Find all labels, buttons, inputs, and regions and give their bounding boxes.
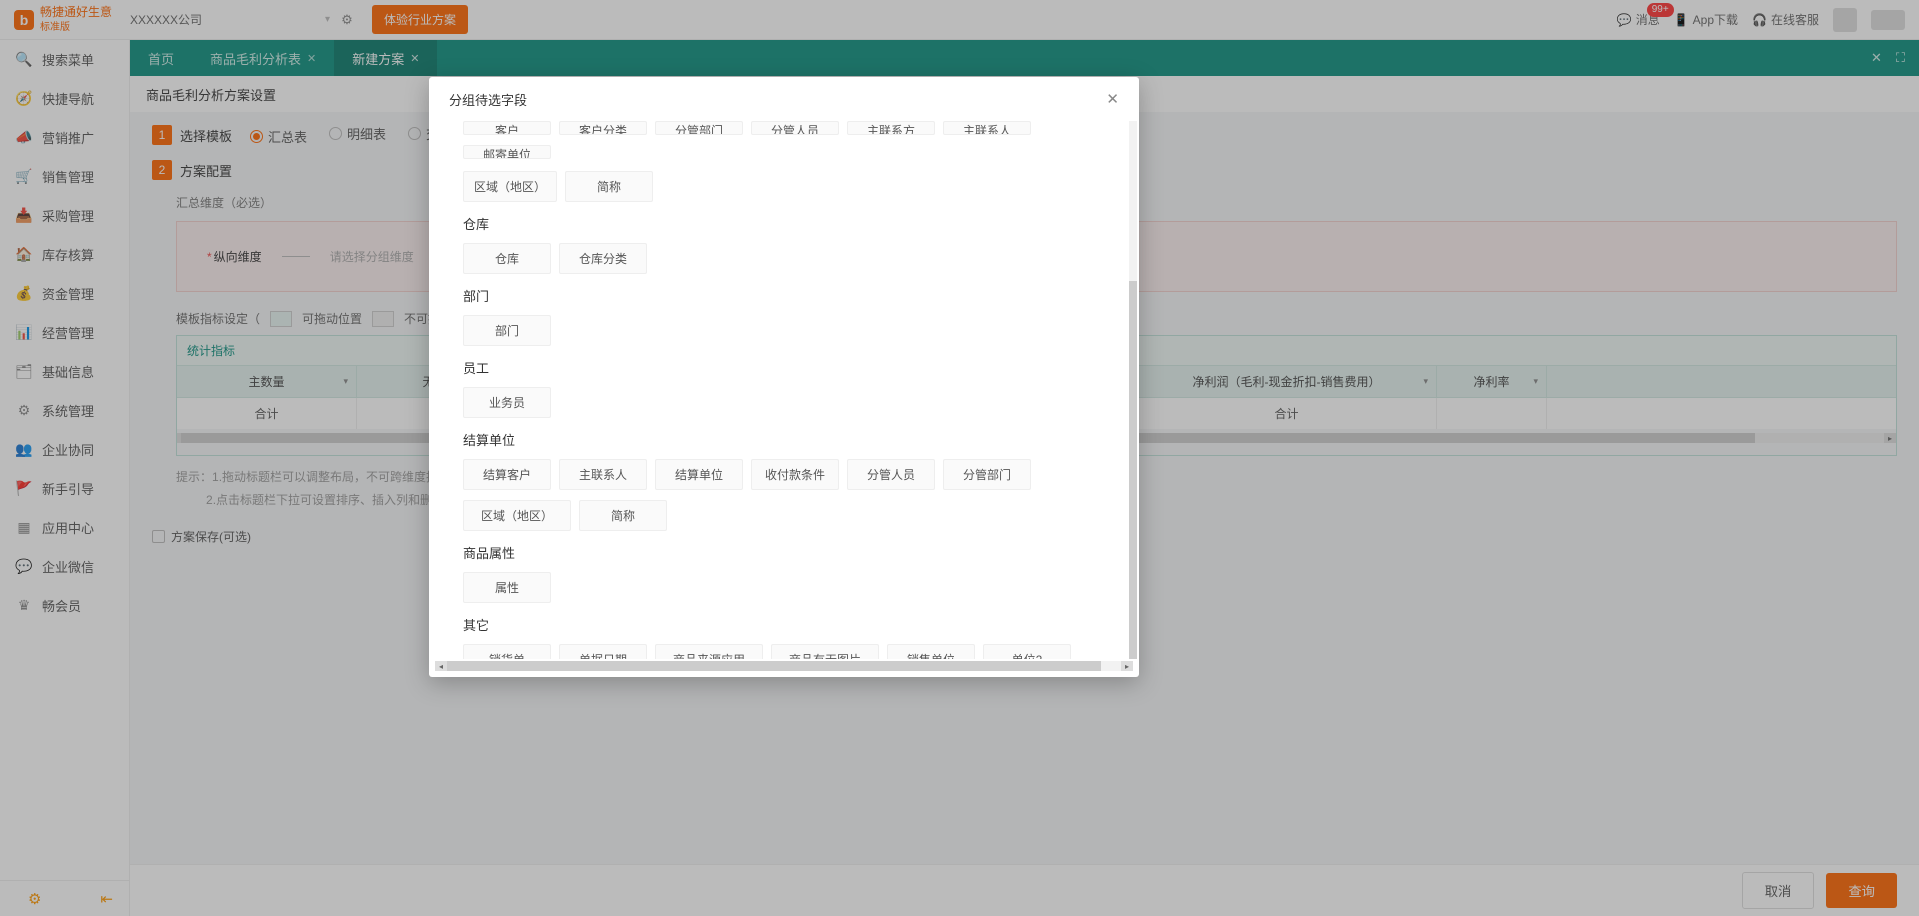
scroll-left-icon[interactable]: ◂ (435, 661, 447, 671)
field-chip[interactable]: 分管部门 (655, 121, 743, 135)
field-chip[interactable]: 仓库 (463, 243, 551, 274)
field-chip[interactable]: 简称 (565, 171, 653, 202)
scroll-right-icon[interactable]: ▸ (1121, 661, 1133, 671)
field-chip[interactable]: 区域（地区） (463, 500, 571, 531)
group-fields-modal: 分组待选字段 ✕ 客户客户分类分管部门分管人员主联系方主联系人邮寄单位区域（地区… (429, 77, 1139, 677)
close-icon[interactable]: ✕ (1106, 90, 1119, 108)
field-chip[interactable]: 简称 (579, 500, 667, 531)
field-chip[interactable]: 仓库分类 (559, 243, 647, 274)
field-chip[interactable]: 销售单位 (887, 644, 975, 659)
field-group-title: 员工 (463, 358, 1119, 377)
field-chip[interactable]: 主联系人 (943, 121, 1031, 135)
field-chip[interactable]: 结算单位 (655, 459, 743, 490)
field-chip[interactable]: 商品有无图片 (771, 644, 879, 659)
field-chip[interactable]: 区域（地区） (463, 171, 557, 202)
field-group-title: 其它 (463, 615, 1119, 634)
field-chip[interactable]: 收付款条件 (751, 459, 839, 490)
field-chip[interactable]: 销货单 (463, 644, 551, 659)
modal-horizontal-scrollbar[interactable]: ◂ ▸ (437, 661, 1131, 671)
field-chip[interactable]: 客户分类 (559, 121, 647, 135)
field-chip[interactable]: 商品来源应用 (655, 644, 763, 659)
field-chip[interactable]: 单位2 (983, 644, 1071, 659)
field-chip[interactable]: 结算客户 (463, 459, 551, 490)
scroll-thumb[interactable] (447, 661, 1101, 671)
field-group-title: 部门 (463, 286, 1119, 305)
field-chip[interactable]: 邮寄单位 (463, 145, 551, 159)
field-chip[interactable]: 主联系人 (559, 459, 647, 490)
modal-title: 分组待选字段 (449, 90, 527, 109)
field-group-title: 商品属性 (463, 543, 1119, 562)
field-chip[interactable]: 属性 (463, 572, 551, 603)
modal-vertical-scrollbar[interactable] (1129, 121, 1137, 635)
field-chip[interactable]: 分管人员 (751, 121, 839, 135)
field-group-title: 仓库 (463, 214, 1119, 233)
field-chip[interactable]: 部门 (463, 315, 551, 346)
scroll-thumb[interactable] (1129, 281, 1137, 659)
field-chip[interactable]: 客户 (463, 121, 551, 135)
field-chip[interactable]: 单据日期 (559, 644, 647, 659)
field-chip[interactable]: 分管部门 (943, 459, 1031, 490)
field-chip[interactable]: 分管人员 (847, 459, 935, 490)
field-group-title: 结算单位 (463, 430, 1119, 449)
field-chip[interactable]: 主联系方 (847, 121, 935, 135)
field-chip[interactable]: 业务员 (463, 387, 551, 418)
